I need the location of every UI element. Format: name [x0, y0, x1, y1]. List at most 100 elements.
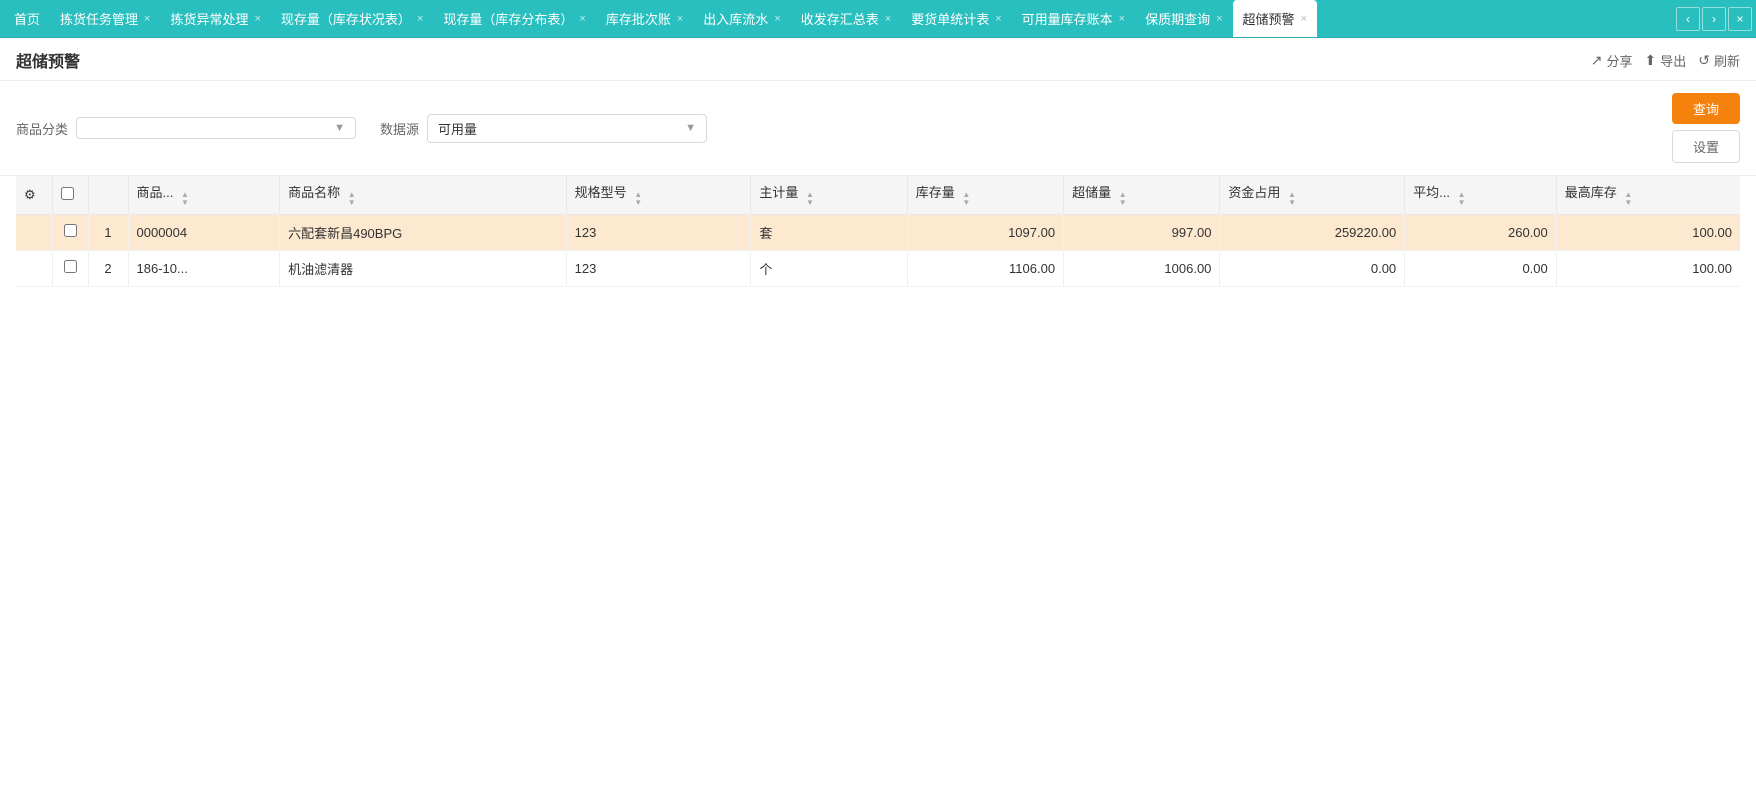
- row-over-0: 997.00: [1064, 214, 1220, 250]
- nav-item-active[interactable]: 超储预警 ×: [1233, 0, 1317, 38]
- nav-close-9[interactable]: ×: [1119, 13, 1125, 25]
- row-checkbox-cell-0[interactable]: [52, 214, 88, 250]
- row-settings-1: [16, 250, 52, 286]
- sort-over-icon[interactable]: ▲▼: [1119, 191, 1127, 207]
- row-maxstock-1: 100.00: [1556, 250, 1740, 286]
- col-maxstock-header[interactable]: 最高库存 ▲▼: [1556, 176, 1740, 214]
- col-checkbox-all[interactable]: [52, 176, 88, 214]
- category-filter: 商品分类 ▼: [16, 117, 356, 139]
- nav-label-5: 库存批次账: [606, 9, 671, 28]
- row-checkbox-0[interactable]: [64, 224, 77, 237]
- table-body: 1 0000004 六配套新昌490BPG 123 套 1097.00 997.…: [16, 214, 1740, 286]
- nav-close-5[interactable]: ×: [677, 13, 683, 25]
- export-icon: ⬆: [1645, 52, 1657, 69]
- sort-product-name-icon[interactable]: ▲▼: [348, 191, 356, 207]
- nav-label-8: 要货单统计表: [911, 9, 989, 28]
- nav-item-5[interactable]: 库存批次账 ×: [596, 0, 693, 38]
- nav-item-3[interactable]: 现存量（库存状况表） ×: [271, 0, 433, 38]
- row-stock-1: 1106.00: [907, 250, 1063, 286]
- nav-label-active: 超储预警: [1243, 9, 1295, 28]
- datasource-label: 数据源: [380, 119, 419, 138]
- nav-close-1[interactable]: ×: [144, 13, 150, 25]
- nav-close-4[interactable]: ×: [579, 13, 585, 25]
- share-icon: ↗: [1591, 52, 1603, 69]
- nav-close-10[interactable]: ×: [1216, 13, 1222, 25]
- sort-capital-icon[interactable]: ▲▼: [1288, 191, 1296, 207]
- nav-item-9[interactable]: 可用量库存账本 ×: [1012, 0, 1135, 38]
- row-product-code-0: 0000004: [128, 214, 280, 250]
- row-stock-0: 1097.00: [907, 214, 1063, 250]
- col-product-code-header[interactable]: 商品... ▲▼: [128, 176, 280, 214]
- row-product-name-0: 六配套新昌490BPG: [280, 214, 567, 250]
- col-avg-header[interactable]: 平均... ▲▼: [1405, 176, 1557, 214]
- filter-buttons: 查询 设置: [1672, 93, 1740, 163]
- export-label: 导出: [1660, 51, 1686, 70]
- nav-item-home[interactable]: 首页: [4, 0, 50, 38]
- nav-close-8[interactable]: ×: [995, 13, 1001, 25]
- row-avg-1: 0.00: [1405, 250, 1557, 286]
- row-capital-1: 0.00: [1220, 250, 1405, 286]
- nav-item-2[interactable]: 拣货异常处理 ×: [160, 0, 270, 38]
- nav-close-7[interactable]: ×: [885, 13, 891, 25]
- nav-item-8[interactable]: 要货单统计表 ×: [901, 0, 1011, 38]
- page-header: 超储预警 ↗ 分享 ⬆ 导出 ↺ 刷新: [0, 38, 1756, 81]
- nav-label-1: 拣货任务管理: [60, 9, 138, 28]
- nav-item-4[interactable]: 现存量（库存分布表） ×: [433, 0, 595, 38]
- sort-spec-icon[interactable]: ▲▼: [634, 191, 642, 207]
- refresh-button[interactable]: ↺ 刷新: [1698, 51, 1740, 70]
- export-button[interactable]: ⬆ 导出: [1645, 51, 1687, 70]
- select-all-checkbox[interactable]: [61, 187, 74, 200]
- row-avg-0: 260.00: [1405, 214, 1557, 250]
- sort-stock-icon[interactable]: ▲▼: [962, 191, 970, 207]
- nav-item-10[interactable]: 保质期查询 ×: [1135, 0, 1232, 38]
- settings-button[interactable]: 设置: [1672, 130, 1740, 163]
- nav-close-6[interactable]: ×: [774, 13, 780, 25]
- row-unit-0: 套: [751, 214, 907, 250]
- col-stock-header[interactable]: 库存量 ▲▼: [907, 176, 1063, 214]
- nav-item-7[interactable]: 收发存汇总表 ×: [791, 0, 901, 38]
- col-over-header[interactable]: 超储量 ▲▼: [1064, 176, 1220, 214]
- col-settings[interactable]: ⚙: [16, 176, 52, 214]
- row-unit-1: 个: [751, 250, 907, 286]
- datasource-select[interactable]: 可用量 ▼: [427, 114, 707, 143]
- col-capital-header[interactable]: 资金占用 ▲▼: [1220, 176, 1405, 214]
- table-row: 2 186-10... 机油滤清器 123 个 1106.00 1006.00 …: [16, 250, 1740, 286]
- row-checkbox-1[interactable]: [64, 260, 77, 273]
- row-product-code-1: 186-10...: [128, 250, 280, 286]
- nav-close-2[interactable]: ×: [254, 13, 260, 25]
- settings-icon[interactable]: ⚙: [24, 187, 36, 202]
- share-button[interactable]: ↗ 分享: [1591, 51, 1633, 70]
- nav-close-3[interactable]: ×: [417, 13, 423, 25]
- table-area: ⚙ 商品... ▲▼ 商品名称 ▲▼ 规格型号 ▲▼: [0, 176, 1756, 287]
- filter-area: 商品分类 ▼ 数据源 可用量 ▼ 查询 设置: [0, 81, 1756, 176]
- nav-label-3: 现存量（库存状况表）: [281, 9, 411, 28]
- data-table: ⚙ 商品... ▲▼ 商品名称 ▲▼ 规格型号 ▲▼: [16, 176, 1740, 287]
- category-chevron-icon: ▼: [334, 122, 345, 134]
- col-product-name-header[interactable]: 商品名称 ▲▼: [280, 176, 567, 214]
- nav-label-home: 首页: [14, 9, 40, 28]
- row-product-name-1: 机油滤清器: [280, 250, 567, 286]
- row-settings-0: [16, 214, 52, 250]
- sort-avg-icon[interactable]: ▲▼: [1458, 191, 1466, 207]
- col-unit-header[interactable]: 主计量 ▲▼: [751, 176, 907, 214]
- nav-prev-button[interactable]: ‹: [1676, 7, 1700, 31]
- nav-item-6[interactable]: 出入库流水 ×: [693, 0, 790, 38]
- row-spec-1: 123: [566, 250, 751, 286]
- nav-close-all-button[interactable]: ×: [1728, 7, 1752, 31]
- nav-item-1[interactable]: 拣货任务管理 ×: [50, 0, 160, 38]
- sort-product-code-icon[interactable]: ▲▼: [181, 191, 189, 207]
- sort-unit-icon[interactable]: ▲▼: [806, 191, 814, 207]
- col-spec-header[interactable]: 规格型号 ▲▼: [566, 176, 751, 214]
- nav-label-2: 拣货异常处理: [170, 9, 248, 28]
- category-select[interactable]: ▼: [76, 117, 356, 139]
- datasource-select-value: 可用量: [438, 119, 477, 138]
- nav-label-4: 现存量（库存分布表）: [443, 9, 573, 28]
- row-checkbox-cell-1[interactable]: [52, 250, 88, 286]
- nav-next-button[interactable]: ›: [1702, 7, 1726, 31]
- nav-close-active[interactable]: ×: [1301, 13, 1307, 25]
- col-index-header: [88, 176, 128, 214]
- nav-label-6: 出入库流水: [703, 9, 768, 28]
- query-button[interactable]: 查询: [1672, 93, 1740, 124]
- sort-maxstock-icon[interactable]: ▲▼: [1624, 191, 1632, 207]
- datasource-filter: 数据源 可用量 ▼: [380, 114, 707, 143]
